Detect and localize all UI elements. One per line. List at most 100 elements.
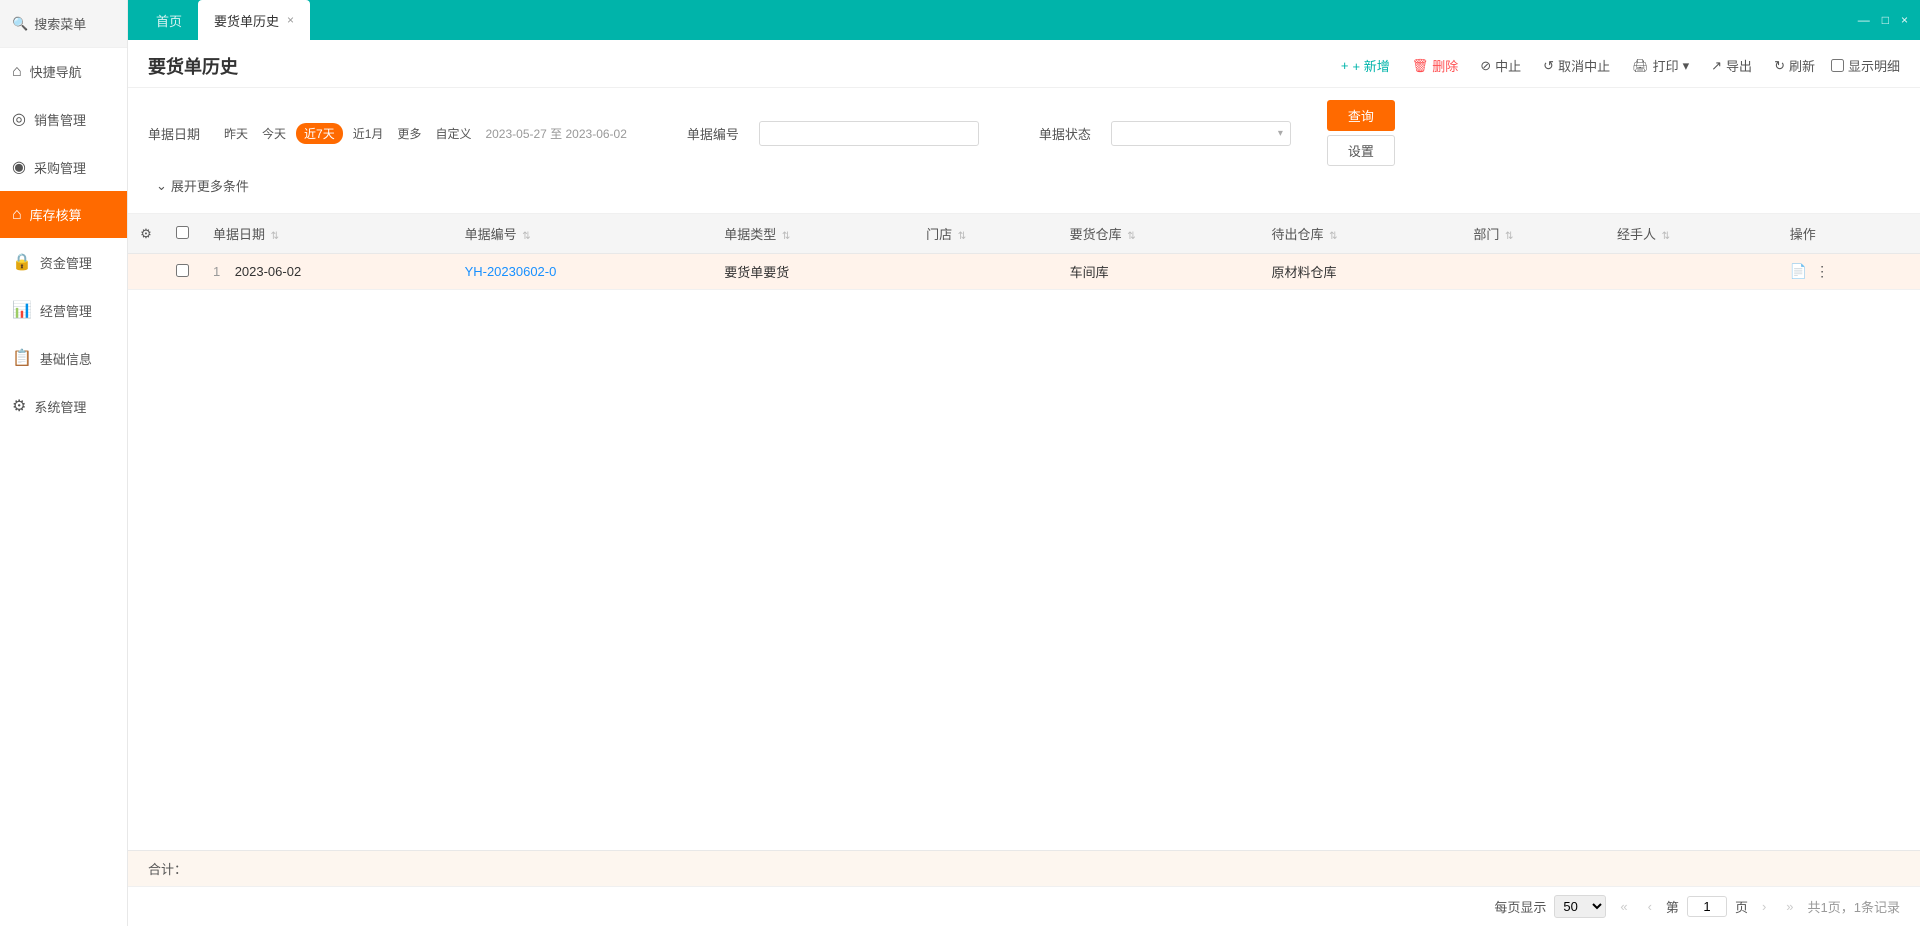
maximize-button[interactable]: □ <box>1882 13 1889 27</box>
new-label: + 新增 <box>1352 56 1389 75</box>
summary-label: 合计： <box>148 859 187 878</box>
row-doc-date: 2023-06-02 <box>235 264 302 279</box>
date-btn-7days[interactable]: 近7天 <box>296 123 343 144</box>
row-req-warehouse: 车间库 <box>1070 265 1109 280</box>
page-prefix-label: 第 <box>1666 897 1679 916</box>
date-btn-custom[interactable]: 自定义 <box>431 123 475 144</box>
cancel-stop-icon: ↺ <box>1543 58 1554 74</box>
stop-button[interactable]: ⊘ 中止 <box>1474 52 1527 79</box>
row-doc-no-cell: YH-20230602-0 <box>453 254 713 290</box>
pagination-bar: 每页显示 50 100 « ‹ 第 页 › » 共1页，1条记录 <box>128 886 1920 926</box>
row-checkbox[interactable] <box>176 264 189 277</box>
export-icon: ↗ <box>1711 58 1722 74</box>
date-btn-1month[interactable]: 近1月 <box>349 123 388 144</box>
sort-icon-department: ⇅ <box>1505 231 1513 242</box>
sidebar-item-purchase[interactable]: ◉ 采购管理 <box>0 143 127 191</box>
page-title: 要货单历史 <box>148 53 238 79</box>
row-num-date-cell: 1 2023-06-02 <box>201 254 453 290</box>
row-edit-icon[interactable]: 📄 <box>1790 263 1807 280</box>
select-all-checkbox[interactable] <box>176 226 189 239</box>
sidebar-search[interactable]: 🔍 搜索菜单 <box>0 0 127 48</box>
prev-page-button[interactable]: ‹ <box>1642 897 1658 916</box>
data-table: ⚙ 单据日期 ⇅ 单据编号 ⇅ <box>128 214 1920 290</box>
export-button[interactable]: ↗ 导出 <box>1705 52 1758 79</box>
basic-info-icon: 📋 <box>12 348 32 368</box>
sidebar-item-label-quick-nav: 快捷导航 <box>30 62 82 81</box>
sort-icon-store: ⇅ <box>958 231 966 242</box>
table-header-row: ⚙ 单据日期 ⇅ 单据编号 ⇅ <box>128 214 1920 254</box>
main-area: 首页 要货单历史 × — □ × 要货单历史 + + 新增 <box>128 0 1920 926</box>
row-store-cell <box>914 254 1058 290</box>
date-btn-more[interactable]: 更多 <box>393 123 425 144</box>
sidebar-item-basic-info[interactable]: 📋 基础信息 <box>0 334 127 382</box>
last-page-button[interactable]: » <box>1780 897 1799 916</box>
per-page-select[interactable]: 50 100 <box>1554 895 1606 918</box>
first-page-button[interactable]: « <box>1614 897 1633 916</box>
date-btn-today[interactable]: 今天 <box>258 123 290 144</box>
col-department[interactable]: 部门 ⇅ <box>1461 214 1605 254</box>
sidebar-item-operations[interactable]: 📊 经营管理 <box>0 286 127 334</box>
tab-home[interactable]: 首页 <box>140 0 198 40</box>
sort-icon-req-warehouse: ⇅ <box>1127 231 1135 242</box>
delete-button[interactable]: 🗑 删除 <box>1406 52 1465 79</box>
doc-no-input[interactable] <box>759 121 979 146</box>
col-doc-date[interactable]: 单据日期 ⇅ <box>201 214 453 254</box>
print-dropdown-icon: ▾ <box>1683 58 1690 74</box>
tab-requisition-history[interactable]: 要货单历史 × <box>198 0 310 40</box>
top-bar: 首页 要货单历史 × — □ × <box>128 0 1920 40</box>
page-actions: + + 新增 🗑 删除 ⊘ 中止 ↺ 取消中止 <box>1335 52 1900 79</box>
row-doc-no-link[interactable]: YH-20230602-0 <box>465 264 557 279</box>
print-button[interactable]: 🖨 打印 ▾ <box>1626 52 1695 79</box>
table-container: ⚙ 单据日期 ⇅ 单据编号 ⇅ <box>128 214 1920 850</box>
sidebar-item-inventory[interactable]: ⌂ 库存核算 <box>0 191 127 238</box>
show-detail-checkbox[interactable]: 显示明细 <box>1831 56 1900 75</box>
sidebar-item-label-purchase: 采购管理 <box>34 158 86 177</box>
setting-button[interactable]: 设置 <box>1327 135 1395 166</box>
finance-icon: 🔒 <box>12 252 32 272</box>
sidebar-item-label-sales: 销售管理 <box>34 110 86 129</box>
col-checkbox <box>164 214 201 254</box>
col-pending-warehouse-label: 待出仓库 <box>1272 227 1324 242</box>
col-store[interactable]: 门店 ⇅ <box>914 214 1058 254</box>
tab-close-icon[interactable]: × <box>287 13 294 27</box>
table-row: 1 2023-06-02 YH-20230602-0 要货单要货 <box>128 254 1920 290</box>
date-range-display: 2023-05-27 至 2023-06-02 <box>485 125 626 142</box>
minimize-button[interactable]: — <box>1858 13 1870 27</box>
col-doc-type[interactable]: 单据类型 ⇅ <box>712 214 914 254</box>
sidebar-item-quick-nav[interactable]: ⌂ 快捷导航 <box>0 48 127 95</box>
col-req-warehouse-label: 要货仓库 <box>1070 227 1122 242</box>
col-req-warehouse[interactable]: 要货仓库 ⇅ <box>1058 214 1260 254</box>
expand-more-button[interactable]: ⌄ 展开更多条件 <box>148 172 257 199</box>
stop-icon: ⊘ <box>1480 58 1491 74</box>
query-button[interactable]: 查询 <box>1327 100 1395 131</box>
col-store-label: 门店 <box>926 227 952 242</box>
sidebar-item-sales[interactable]: ◎ 销售管理 <box>0 95 127 143</box>
col-pending-warehouse[interactable]: 待出仓库 ⇅ <box>1260 214 1462 254</box>
cancel-stop-button[interactable]: ↺ 取消中止 <box>1537 52 1616 79</box>
page-suffix-label: 页 <box>1735 897 1748 916</box>
sidebar-item-label-operations: 经营管理 <box>40 301 92 320</box>
page-input[interactable] <box>1687 896 1727 917</box>
refresh-button[interactable]: ↻ 刷新 <box>1768 52 1821 79</box>
expand-label: 展开更多条件 <box>171 176 249 195</box>
new-button[interactable]: + + 新增 <box>1335 52 1396 79</box>
show-detail-input[interactable] <box>1831 59 1844 72</box>
show-detail-label: 显示明细 <box>1848 56 1900 75</box>
sidebar-search-label: 搜索菜单 <box>34 14 86 33</box>
date-btn-yesterday[interactable]: 昨天 <box>220 123 252 144</box>
doc-status-select[interactable] <box>1111 121 1291 146</box>
doc-no-label: 单据编号 <box>687 124 739 143</box>
sidebar-item-system[interactable]: ⚙ 系统管理 <box>0 382 127 430</box>
row-handler-cell <box>1605 254 1778 290</box>
col-actions: 操作 <box>1778 214 1920 254</box>
close-window-button[interactable]: × <box>1901 13 1908 27</box>
row-more-icon[interactable]: ⋮ <box>1815 263 1829 280</box>
page-header: 要货单历史 + + 新增 🗑 删除 ⊘ 中止 ↺ <box>128 40 1920 88</box>
col-handler[interactable]: 经手人 ⇅ <box>1605 214 1778 254</box>
next-page-button[interactable]: › <box>1756 897 1772 916</box>
col-doc-date-label: 单据日期 <box>213 227 265 242</box>
sidebar-item-finance[interactable]: 🔒 资金管理 <box>0 238 127 286</box>
col-department-label: 部门 <box>1473 227 1499 242</box>
col-doc-no[interactable]: 单据编号 ⇅ <box>453 214 713 254</box>
sort-icon-pending-warehouse: ⇅ <box>1329 231 1337 242</box>
